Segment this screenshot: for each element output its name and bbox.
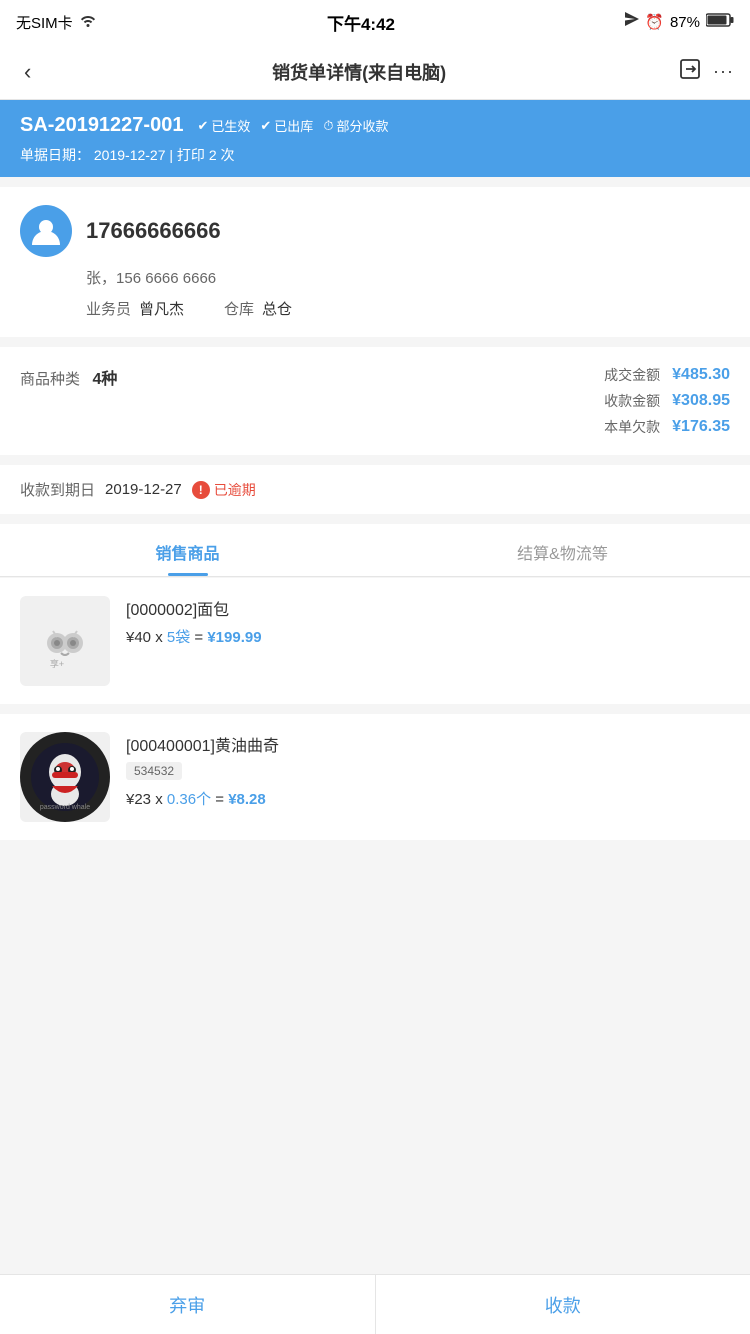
amount-row: 成交金额 ¥485.30 [604,365,730,385]
location-icon [625,12,639,32]
nav-bar: ‹ 销货单详情(来自电脑) ··· [0,44,750,100]
order-id-row: SA-20191227-001 ✔ 已生效 ✔ 已出库 ⏱ 部分收款 [20,114,730,137]
customer-card: 17666666666 张，156 6666 6666 业务员 曾凡杰 仓库 总… [0,187,750,337]
customer-top: 17666666666 [20,205,730,257]
due-card: 收款到期日 2019-12-27 ! 已逾期 [0,465,750,514]
tab-settlement[interactable]: 结算&物流等 [375,524,750,576]
cancel-button[interactable]: 弃审 [0,1275,376,1334]
overdue-text: 已逾期 [214,480,256,500]
order-id: SA-20191227-001 [20,114,183,137]
status-time: 下午4:42 [327,10,395,35]
debt-row: 本单欠款 ¥176.35 [604,417,730,437]
product-thumb-2: password whale [20,732,110,822]
amount-label: 成交金额 [604,365,660,385]
header-banner: SA-20191227-001 ✔ 已生效 ✔ 已出库 ⏱ 部分收款 单据日期：… [0,100,750,177]
page-title: 销货单详情(来自电脑) [272,59,446,85]
check-icon-1: ✔ [197,118,208,134]
received-value: ¥308.95 [672,392,730,410]
product-name-2: [000400001]黄油曲奇 [126,732,730,756]
amounts: 成交金额 ¥485.30 收款金额 ¥308.95 本单欠款 ¥176.35 [604,365,730,437]
battery-text: 87% [670,14,700,31]
warehouse-name: 总仓 [262,298,292,319]
overdue-badge: ! 已逾期 [192,480,256,500]
summary-card: 商品种类 4种 成交金额 ¥485.30 收款金额 ¥308.95 本单欠款 ¥… [0,347,750,455]
product-item-2: password whale [000400001]黄油曲奇 534532 ¥2… [0,714,750,840]
sales-info: 业务员 曾凡杰 [86,298,184,319]
summary-row: 商品种类 4种 成交金额 ¥485.30 收款金额 ¥308.95 本单欠款 ¥… [20,365,730,437]
confirm-button[interactable]: 收款 [376,1275,750,1334]
product-name-1: [0000002]面包 [126,596,730,620]
avatar [20,205,72,257]
wifi-icon [79,13,97,31]
product-price-2: ¥23 x 0.36个 = ¥8.28 [126,788,730,809]
status-left: 无SIM卡 [16,12,97,33]
product-price-1: ¥40 x 5袋 = ¥199.99 [126,626,730,647]
debt-value: ¥176.35 [672,418,730,436]
status-shipped: ✔ 已出库 [260,116,313,135]
product-type: 商品种类 4种 [20,365,117,389]
clock-icon: ⏱ [323,118,333,134]
product-image-2: password whale [20,732,110,822]
debt-label: 本单欠款 [604,417,660,437]
product-list: 享+ [0000002]面包 ¥40 x 5袋 = ¥199.99 [0,578,750,840]
status-effective: ✔ 已生效 [197,116,250,135]
warehouse-info: 仓库 总仓 [224,298,292,319]
svg-text:享+: 享+ [50,658,64,669]
signal-text: 无SIM卡 [16,12,73,33]
product-tag-2: 534532 [126,762,182,780]
warehouse-label: 仓库 [224,298,254,319]
check-icon-2: ✔ [260,118,271,134]
bottom-bar: 弃审 收款 [0,1274,750,1334]
back-button[interactable]: ‹ [16,51,39,93]
amount-value: ¥485.30 [672,366,730,384]
due-date: 2019-12-27 [105,481,182,498]
product-item: 享+ [0000002]面包 ¥40 x 5袋 = ¥199.99 [0,578,750,704]
status-bar: 无SIM卡 下午4:42 ⏰ 87% [0,0,750,44]
svg-text:password whale: password whale [40,804,90,811]
battery-icon [706,13,734,31]
status-right: ⏰ 87% [625,12,734,32]
due-label: 收款到期日 [20,479,95,500]
received-row: 收款金额 ¥308.95 [604,391,730,411]
status-partial: ⏱ 部分收款 [323,116,388,135]
customer-info: 张，156 6666 6666 [20,267,730,288]
received-label: 收款金额 [604,391,660,411]
alarm-icon: ⏰ [645,13,664,31]
product-info-1: [0000002]面包 ¥40 x 5袋 = ¥199.99 [126,596,730,647]
tab-products[interactable]: 销售商品 [0,524,375,576]
sales-name: 曾凡杰 [139,298,184,319]
overdue-dot-icon: ! [192,481,210,499]
product-info-2: [000400001]黄油曲奇 534532 ¥23 x 0.36个 = ¥8.… [126,732,730,809]
tabs-bar: 销售商品 结算&物流等 [0,524,750,577]
customer-phone: 17666666666 [86,218,221,244]
customer-meta: 业务员 曾凡杰 仓库 总仓 [20,298,730,319]
nav-actions: ··· [679,58,734,86]
sales-label: 业务员 [86,298,131,319]
share-icon[interactable] [679,58,701,86]
more-icon[interactable]: ··· [713,61,734,82]
product-thumb-1: 享+ [20,596,110,686]
date-row: 单据日期： 2019-12-27 | 打印 2 次 [20,145,730,165]
status-tags: ✔ 已生效 ✔ 已出库 ⏱ 部分收款 [197,116,388,135]
